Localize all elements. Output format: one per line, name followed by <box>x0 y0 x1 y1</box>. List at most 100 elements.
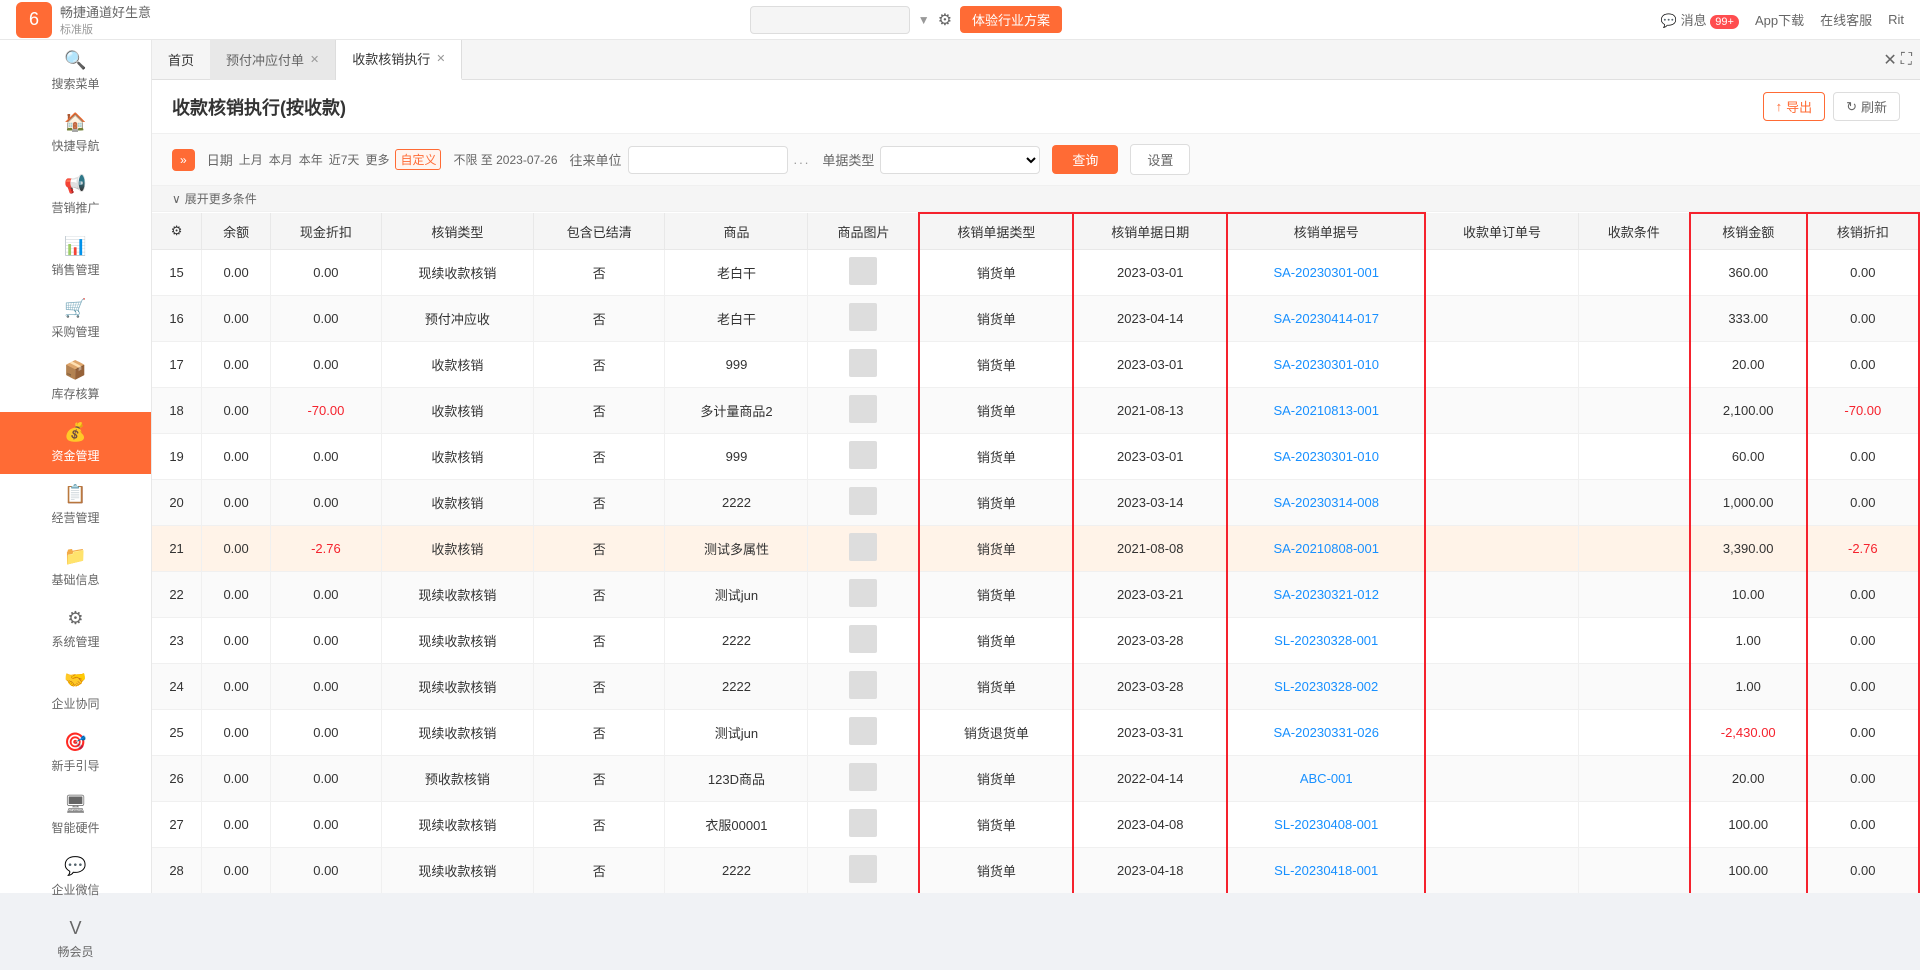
sidebar-item-purchase[interactable]: 🛒 采购管理 <box>0 288 151 350</box>
table-row: 18 0.00 -70.00 收款核销 否 多计量商品2 销货单 2021-08… <box>152 388 1919 434</box>
sidebar-item-finance[interactable]: 💰 资金管理 <box>0 412 151 474</box>
query-btn[interactable]: 查询 <box>1052 145 1118 174</box>
operations-icon: 📋 <box>64 484 86 505</box>
sidebar-item-enterprise[interactable]: 🤝 企业协同 <box>0 660 151 722</box>
cell-balance: 0.00 <box>202 526 271 572</box>
tab-home[interactable]: 首页 <box>152 40 210 80</box>
bill-sn-link[interactable]: SL-20230408-001 <box>1274 817 1378 832</box>
table-row: 21 0.00 -2.76 收款核销 否 测试多属性 销货单 2021-08-0… <box>152 526 1919 572</box>
bill-sn-link[interactable]: SL-20230328-001 <box>1274 633 1378 648</box>
bill-sn-link[interactable]: ABC-001 <box>1300 771 1353 786</box>
tab-expand-btn[interactable]: ⛶ <box>1901 51 1912 69</box>
tab-bar-actions: ✕ ⛶ <box>1883 50 1920 70</box>
expand-more-btn[interactable]: ∨ 展开更多条件 <box>172 190 257 207</box>
filter-bar: » 日期 上月 本月 本年 近7天 更多 自定义 不限 至 2023-07-26… <box>152 134 1920 186</box>
bill-sn-link[interactable]: SA-20210808-001 <box>1273 541 1379 556</box>
search-menu-icon: 🔍 <box>64 50 86 71</box>
filter-date-more[interactable]: 更多 <box>365 151 389 168</box>
sidebar-item-hardware[interactable]: 🖥 智能硬件 <box>0 784 151 846</box>
cell-payment-terms <box>1578 296 1689 342</box>
sidebar-item-marketing[interactable]: 📢 营销推广 <box>0 164 151 226</box>
user-name[interactable]: Rit <box>1888 12 1904 27</box>
tab-collection[interactable]: 收款核销执行 ✕ <box>336 40 462 80</box>
refresh-btn[interactable]: ↻ 刷新 <box>1833 92 1900 121</box>
industry-btn[interactable]: 体验行业方案 <box>960 6 1062 33</box>
search-input[interactable] <box>750 6 910 34</box>
tab-close-all-btn[interactable]: ✕ <box>1883 50 1896 70</box>
cell-receipt-order <box>1425 250 1578 296</box>
cell-cancel-amount: 20.00 <box>1690 342 1807 388</box>
bill-sn-link[interactable]: SA-20210813-001 <box>1273 403 1379 418</box>
bill-sn-link[interactable]: SA-20230414-017 <box>1273 311 1379 326</box>
top-bar-center: ▼ ⚙ 体验行业方案 <box>750 6 1062 34</box>
bill-sn-link[interactable]: SA-20230301-001 <box>1273 265 1379 280</box>
cell-cash-discount: 0.00 <box>271 664 382 710</box>
bill-sn-link[interactable]: SA-20230301-010 <box>1273 357 1379 372</box>
filter-partner-input[interactable] <box>628 146 788 174</box>
dropdown-arrow-icon[interactable]: ▼ <box>918 13 930 27</box>
filter-bill-type-select[interactable] <box>880 146 1040 174</box>
cell-cancel-type: 现续收款核销 <box>381 802 533 848</box>
filter-date-this-year[interactable]: 本年 <box>299 151 323 168</box>
filter-collapse-btn[interactable]: » <box>172 149 195 171</box>
bill-sn-link[interactable]: SA-20230314-008 <box>1273 495 1379 510</box>
sidebar-item-inventory[interactable]: 📦 库存核算 <box>0 350 151 412</box>
cell-include-settled: 否 <box>534 480 665 526</box>
cell-payment-terms <box>1578 434 1689 480</box>
cell-bill-type: 销货单 <box>919 526 1073 572</box>
sidebar-item-quicknav[interactable]: 🏠 快捷导航 <box>0 102 151 164</box>
cell-bill-date: 2023-03-14 <box>1073 480 1227 526</box>
cell-bill-type: 销货退货单 <box>919 710 1073 756</box>
cell-cancel-discount: -70.00 <box>1807 388 1919 434</box>
export-btn[interactable]: ↑ 导出 <box>1763 92 1826 121</box>
settings-btn[interactable]: 设置 <box>1130 144 1190 175</box>
filter-date-custom[interactable]: 自定义 <box>395 149 441 170</box>
cell-bill-type: 销货单 <box>919 342 1073 388</box>
sidebar-label-purchase: 采购管理 <box>51 323 99 340</box>
tab-prepay-close-icon[interactable]: ✕ <box>310 53 319 66</box>
tab-prepay[interactable]: 预付冲应付单 ✕ <box>210 40 336 80</box>
cell-cancel-type: 收款核销 <box>381 480 533 526</box>
sidebar-item-operations[interactable]: 📋 经营管理 <box>0 474 151 536</box>
bill-sn-link[interactable]: SA-20230321-012 <box>1273 587 1379 602</box>
filter-date-7days[interactable]: 近7天 <box>329 151 360 168</box>
cell-cancel-discount: 0.00 <box>1807 710 1919 756</box>
cell-cancel-discount: 0.00 <box>1807 802 1919 848</box>
cell-bill-date: 2023-04-08 <box>1073 802 1227 848</box>
sidebar-item-system[interactable]: ⚙ 系统管理 <box>0 598 151 660</box>
cell-balance: 0.00 <box>202 618 271 664</box>
cell-bill-date: 2021-08-13 <box>1073 388 1227 434</box>
th-settings[interactable]: ⚙ <box>152 213 202 250</box>
cell-balance: 0.00 <box>202 434 271 480</box>
cell-bill-date: 2022-04-14 <box>1073 756 1227 802</box>
cell-product: 999 <box>665 342 808 388</box>
bill-sn-link[interactable]: SA-20230301-010 <box>1273 449 1379 464</box>
bill-sn-link[interactable]: SL-20230418-001 <box>1274 863 1378 878</box>
app-download-link[interactable]: App下载 <box>1755 10 1804 29</box>
bill-sn-link[interactable]: SA-20230331-026 <box>1273 725 1379 740</box>
sidebar-item-basic[interactable]: 📁 基础信息 <box>0 536 151 598</box>
cell-product: 老白干 <box>665 296 808 342</box>
filter-date-this-month[interactable]: 本月 <box>269 151 293 168</box>
bill-sn-link[interactable]: SL-20230328-002 <box>1274 679 1378 694</box>
cell-cancel-discount: 0.00 <box>1807 480 1919 526</box>
sidebar-item-wechat[interactable]: 💬 企业微信 <box>0 846 151 908</box>
cell-bill-type: 销货单 <box>919 756 1073 802</box>
filter-date-last-month[interactable]: 上月 <box>239 151 263 168</box>
message-area[interactable]: 💬 消息 99+ <box>1661 10 1739 29</box>
sidebar-item-search[interactable]: 🔍 搜索菜单 <box>0 40 151 102</box>
cell-product-img <box>808 802 919 848</box>
sidebar-item-newbie[interactable]: 🎯 新手引导 <box>0 722 151 784</box>
sidebar: 🔍 搜索菜单 🏠 快捷导航 📢 营销推广 📊 销售管理 🛒 采购管理 📦 库存核… <box>0 40 152 893</box>
sidebar-item-member[interactable]: V 畅会员 <box>0 908 151 970</box>
cell-cash-discount: 0.00 <box>271 434 382 480</box>
cell-cancel-amount: 1,000.00 <box>1690 480 1807 526</box>
cell-product-img <box>808 250 919 296</box>
gear-icon[interactable]: ⚙ <box>938 10 952 30</box>
sidebar-item-sales[interactable]: 📊 销售管理 <box>0 226 151 288</box>
online-service-link[interactable]: 在线客服 <box>1820 10 1872 29</box>
tab-prepay-label: 预付冲应付单 <box>226 50 304 69</box>
tab-collection-close-icon[interactable]: ✕ <box>436 52 445 65</box>
header-actions: ↑ 导出 ↻ 刷新 <box>1763 92 1900 121</box>
cell-product-img <box>808 848 919 894</box>
